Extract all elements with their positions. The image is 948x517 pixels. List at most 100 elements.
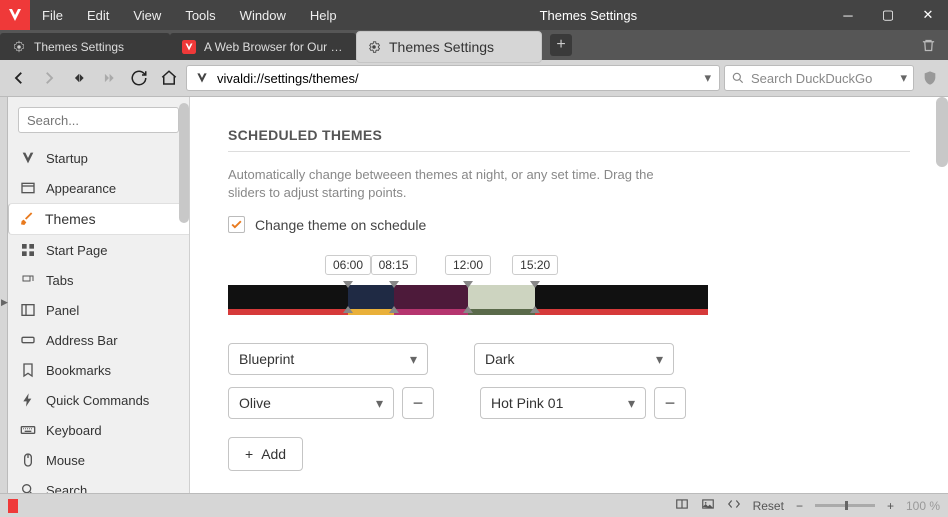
sidebar-item-appearance[interactable]: Appearance <box>8 173 189 203</box>
window-title: Themes Settings <box>349 8 828 23</box>
panel-rail[interactable]: ▶ <box>0 97 8 493</box>
time-label[interactable]: 12:00 <box>445 255 491 275</box>
title-bar: File Edit View Tools Window Help Themes … <box>0 0 948 30</box>
sidebar-item-keyboard[interactable]: Keyboard <box>8 415 189 445</box>
reset-zoom[interactable]: Reset <box>753 499 784 513</box>
menu-help[interactable]: Help <box>298 0 349 30</box>
schedule-timeline[interactable]: 06:00 08:15 12:00 15:20 <box>228 255 708 323</box>
menu-edit[interactable]: Edit <box>75 0 121 30</box>
menu-file[interactable]: File <box>30 0 75 30</box>
sidebar-item-search[interactable]: Search <box>8 475 189 493</box>
sidebar-item-tabs[interactable]: Tabs <box>8 265 189 295</box>
back-button[interactable] <box>6 65 32 91</box>
tab-2[interactable]: Themes Settings <box>356 31 542 63</box>
forward-button[interactable] <box>36 65 62 91</box>
slider-handle[interactable] <box>390 281 398 313</box>
sidebar-item-label: Quick Commands <box>46 393 149 408</box>
tab-label: Themes Settings <box>389 39 494 55</box>
select-value: Dark <box>485 351 515 367</box>
checkbox-checked-icon[interactable] <box>228 216 245 233</box>
address-bar: vivaldi://settings/themes/ ▾ Search Duck… <box>0 60 948 96</box>
maximize-button[interactable]: ▢ <box>868 0 908 30</box>
sidebar-item-label: Start Page <box>46 243 107 258</box>
home-button[interactable] <box>156 65 182 91</box>
grid-icon <box>20 242 36 258</box>
new-tab-button[interactable]: + <box>550 34 572 56</box>
gear-icon <box>12 40 26 54</box>
theme-select-dark[interactable]: Dark▾ <box>474 343 674 375</box>
sidebar-item-label: Mouse <box>46 453 85 468</box>
scrollbar[interactable] <box>936 97 948 167</box>
vivaldi-icon <box>20 150 36 166</box>
image-icon[interactable] <box>701 497 715 514</box>
time-label[interactable]: 06:00 <box>325 255 371 275</box>
theme-select-hotpink[interactable]: Hot Pink 01▾ <box>480 387 646 419</box>
sidebar-item-label: Themes <box>45 211 96 227</box>
sidebar-item-mouse[interactable]: Mouse <box>8 445 189 475</box>
add-button[interactable]: +Add <box>228 437 303 471</box>
slider-handle[interactable] <box>531 281 539 313</box>
slider-handle[interactable] <box>344 281 352 313</box>
sidebar-item-quickcommands[interactable]: Quick Commands <box>8 385 189 415</box>
select-value: Blueprint <box>239 351 294 367</box>
tab-bar: Themes Settings A Web Browser for Our Fr… <box>0 30 948 60</box>
sidebar-item-label: Startup <box>46 151 88 166</box>
vivaldi-icon <box>195 71 209 85</box>
trash-icon[interactable] <box>908 30 948 60</box>
menu-window[interactable]: Window <box>228 0 298 30</box>
url-text: vivaldi://settings/themes/ <box>217 71 359 86</box>
menu-view[interactable]: View <box>121 0 173 30</box>
search-input[interactable]: Search DuckDuckGo ▾ <box>724 65 914 91</box>
section-title: SCHEDULED THEMES <box>228 127 910 152</box>
tab-1[interactable]: A Web Browser for Our Fri… <box>170 33 356 60</box>
settings-content: SCHEDULED THEMES Automatically change be… <box>190 97 948 493</box>
remove-button[interactable]: − <box>654 387 686 419</box>
sidebar-item-bookmarks[interactable]: Bookmarks <box>8 355 189 385</box>
chevron-down-icon: ▾ <box>410 351 417 368</box>
reload-button[interactable] <box>126 65 152 91</box>
sidebar-item-label: Bookmarks <box>46 363 111 378</box>
zoom-level: 100 % <box>906 499 940 513</box>
chevron-down-icon[interactable]: ▾ <box>704 70 711 86</box>
sidebar-item-startpage[interactable]: Start Page <box>8 235 189 265</box>
remove-button[interactable]: − <box>402 387 434 419</box>
tab-0[interactable]: Themes Settings <box>0 33 170 60</box>
url-input[interactable]: vivaldi://settings/themes/ ▾ <box>186 65 720 91</box>
rewind-button[interactable] <box>66 65 92 91</box>
vivaldi-logo-icon <box>0 0 30 30</box>
settings-search[interactable] <box>18 107 179 133</box>
time-label[interactable]: 08:15 <box>371 255 417 275</box>
sidebar-item-label: Keyboard <box>46 423 102 438</box>
chevron-down-icon: ▾ <box>376 395 383 412</box>
zoom-out-button[interactable]: − <box>796 499 803 513</box>
shield-icon[interactable] <box>918 66 942 90</box>
sidebar-item-themes[interactable]: Themes <box>8 203 190 235</box>
sidebar-item-addressbar[interactable]: Address Bar <box>8 325 189 355</box>
code-icon[interactable] <box>727 497 741 514</box>
scrollbar[interactable] <box>179 103 189 223</box>
zoom-slider[interactable] <box>815 504 875 507</box>
menu-tools[interactable]: Tools <box>173 0 227 30</box>
theme-select-olive[interactable]: Olive ▾ <box>228 387 394 419</box>
tile-icon[interactable] <box>675 497 689 514</box>
vivaldi-icon <box>182 40 196 54</box>
zoom-in-button[interactable]: + <box>887 499 894 513</box>
schedule-checkbox-row[interactable]: Change theme on schedule <box>228 216 910 233</box>
chevron-down-icon[interactable]: ▾ <box>900 70 907 86</box>
sidebar-item-label: Search <box>46 483 87 494</box>
settings-search-input[interactable] <box>27 113 170 128</box>
sidebar-item-panel[interactable]: Panel <box>8 295 189 325</box>
brush-icon <box>19 211 35 227</box>
tab-label: A Web Browser for Our Fri… <box>204 40 344 54</box>
close-window-button[interactable]: ✕ <box>908 0 948 30</box>
window-icon <box>20 180 36 196</box>
fast-forward-button[interactable] <box>96 65 122 91</box>
slider-handle[interactable] <box>464 281 472 313</box>
sidebar-item-startup[interactable]: Startup <box>8 143 189 173</box>
theme-select-blueprint[interactable]: Blueprint ▾ <box>228 343 428 375</box>
checkbox-label: Change theme on schedule <box>255 217 426 233</box>
select-value: Olive <box>239 395 271 411</box>
minimize-button[interactable]: ─ <box>828 0 868 30</box>
time-label[interactable]: 15:20 <box>512 255 558 275</box>
sidebar-item-label: Address Bar <box>46 333 118 348</box>
